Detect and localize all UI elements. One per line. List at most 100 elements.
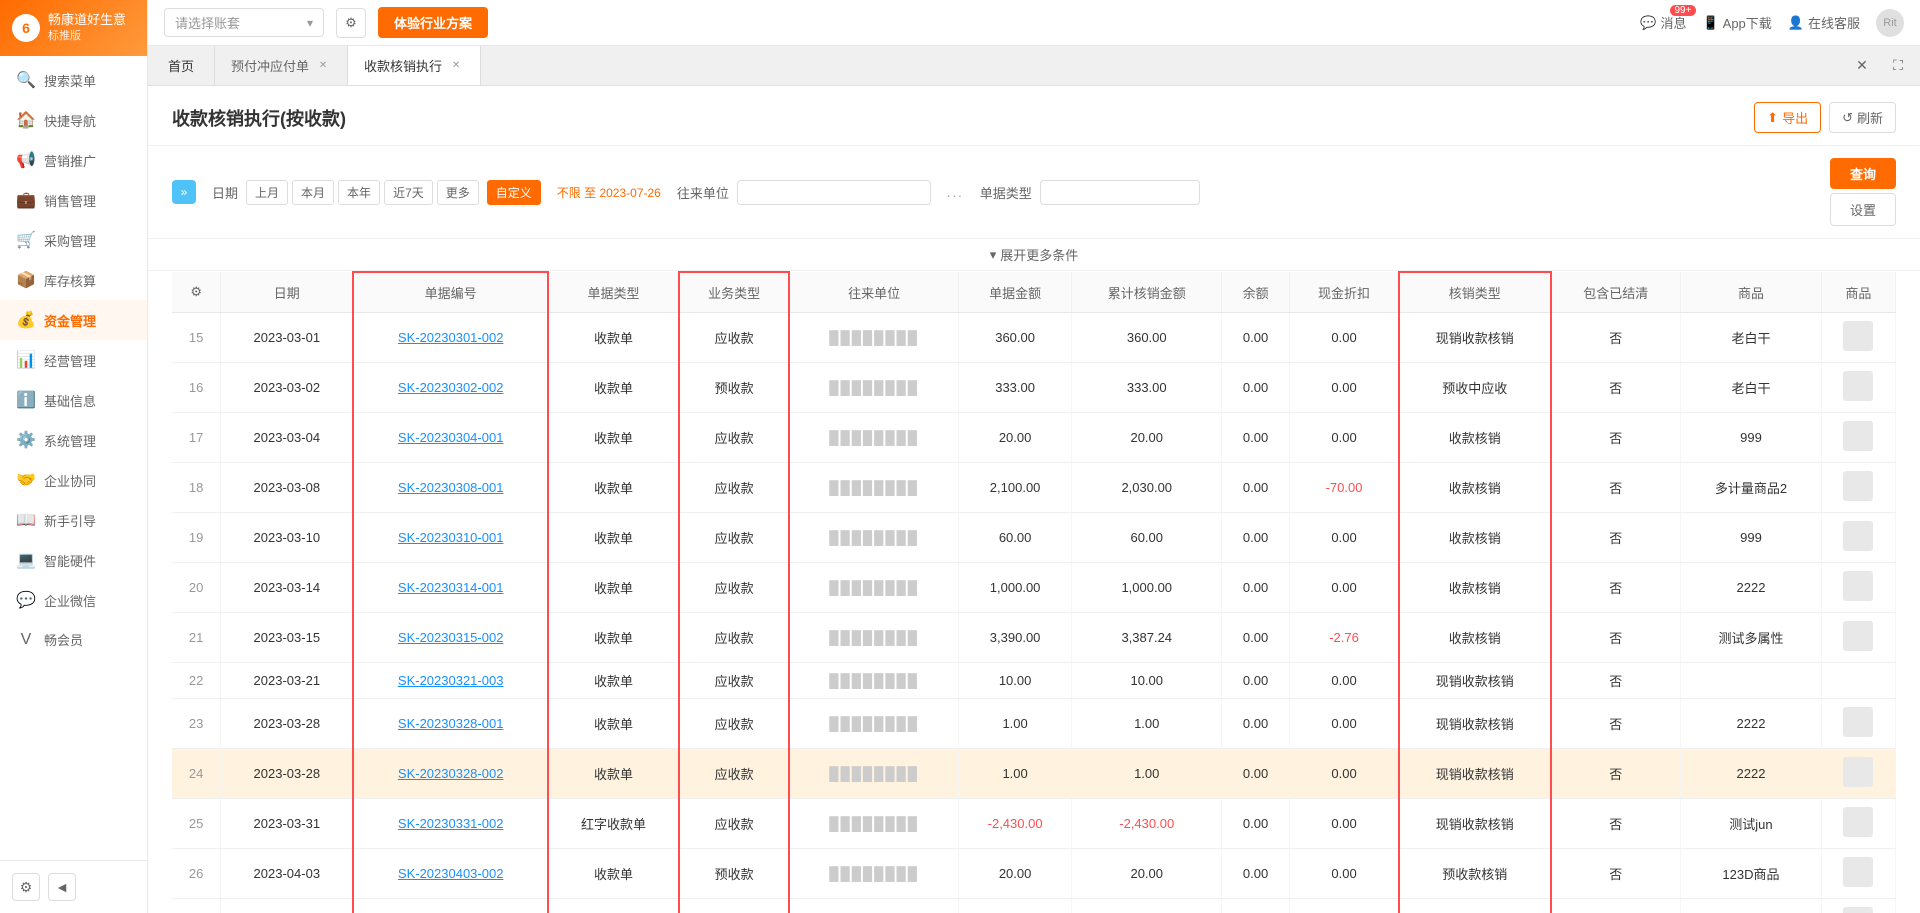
sidebar-item-wechat[interactable]: 💬企业微信 — [0, 580, 147, 620]
doc-no-link[interactable]: SK-20230310-001 — [398, 530, 504, 545]
app-download-button[interactable]: 📱 App下载 — [1702, 13, 1771, 32]
tab-prepay[interactable]: 预付冲应付单✕ — [215, 46, 348, 85]
cell-doc_type: 红字收款单 — [548, 799, 679, 849]
doc-no-link[interactable]: SK-20230302-002 — [398, 380, 504, 395]
account-selector[interactable]: 请选择账套 ▾ — [164, 8, 324, 37]
doc-no-link[interactable]: SK-20230304-001 — [398, 430, 504, 445]
cell-cash_discount: 0.00 — [1289, 699, 1399, 749]
sidebar-item-finance[interactable]: 💰资金管理 — [0, 300, 147, 340]
cell-counterpart: ████████ — [789, 849, 958, 899]
cell-counterpart: ████████ — [789, 413, 958, 463]
sidebar-item-member[interactable]: V畅会员 — [0, 620, 147, 659]
cell-doc_no[interactable]: SK-20230328-001 — [353, 699, 548, 749]
doc-no-link[interactable]: SK-20230315-002 — [398, 630, 504, 645]
date-btn-本年[interactable]: 本年 — [338, 180, 380, 205]
goods-thumbnail — [1843, 757, 1873, 787]
system-icon: ⚙️ — [16, 430, 36, 450]
doc-no-link[interactable]: SK-20230328-001 — [398, 716, 504, 731]
cell-goods: 999 — [1681, 513, 1822, 563]
custom-date-button[interactable]: 自定义 — [487, 180, 541, 205]
operation-icon: 📊 — [16, 350, 36, 370]
logo: 6 畅康道好生意 标推版 — [0, 0, 147, 56]
doc-no-link[interactable]: SK-20230308-001 — [398, 480, 504, 495]
user-avatar[interactable]: Rit — [1876, 9, 1904, 37]
refresh-button[interactable]: ↺ 刷新 — [1829, 102, 1896, 133]
settings-button[interactable]: ⚙ — [12, 873, 40, 901]
sidebar-item-operation[interactable]: 📊经营管理 — [0, 340, 147, 380]
sidebar-item-system[interactable]: ⚙️系统管理 — [0, 420, 147, 460]
collapse-button[interactable]: ◄ — [48, 873, 76, 901]
tab-close-prepay[interactable]: ✕ — [315, 58, 331, 74]
date-btn-近7天[interactable]: 近7天 — [384, 180, 433, 205]
cell-doc_no[interactable]: SK-20230328-002 — [353, 749, 548, 799]
query-button[interactable]: 查询 — [1830, 158, 1896, 189]
sidebar-item-basic[interactable]: ℹ️基础信息 — [0, 380, 147, 420]
cell-balance: 0.00 — [1222, 463, 1290, 513]
sidebar-item-enterprise[interactable]: 🤝企业协同 — [0, 460, 147, 500]
cell-amount: 20.00 — [958, 413, 1071, 463]
sidebar-item-purchase[interactable]: 🛒采购管理 — [0, 220, 147, 260]
doc-no-link[interactable]: SK-20230301-002 — [398, 330, 504, 345]
date-btn-本月[interactable]: 本月 — [292, 180, 334, 205]
sidebar-item-marketing[interactable]: 📢营销推广 — [0, 140, 147, 180]
export-button[interactable]: ⬆ 导出 — [1754, 102, 1821, 133]
voucher-type-filter-group: 单据类型 — [980, 180, 1200, 205]
tab-writeoff[interactable]: 收款核销执行✕ — [348, 46, 481, 85]
sidebar-item-hardware[interactable]: 💻智能硬件 — [0, 540, 147, 580]
date-btn-上月[interactable]: 上月 — [246, 180, 288, 205]
doc-no-link[interactable]: SK-20230328-002 — [398, 766, 504, 781]
sidebar-item-sales[interactable]: 💼销售管理 — [0, 180, 147, 220]
cell-doc_no[interactable]: SK-20230308-001 — [353, 463, 548, 513]
col-header-date: 日期 — [221, 272, 353, 313]
counterpart-input[interactable] — [737, 180, 931, 205]
col-header-goods2: 商品 — [1821, 272, 1895, 313]
cell-goods: 老白干 — [1681, 363, 1822, 413]
filter-toggle-button[interactable]: » — [172, 180, 196, 204]
cell-doc_no[interactable]: SK-20230403-002 — [353, 849, 548, 899]
online-service-button[interactable]: 👤 在线客服 — [1788, 13, 1860, 32]
cell-cumulative: 1,000.00 — [1072, 563, 1222, 613]
cell-doc_no[interactable]: SK-20230314-001 — [353, 563, 548, 613]
date-btn-更多[interactable]: 更多 — [437, 180, 479, 205]
cell-doc_no[interactable]: SK-20230331-002 — [353, 799, 548, 849]
cell-doc_no[interactable]: SK-20230304-001 — [353, 413, 548, 463]
member-icon: V — [16, 631, 36, 649]
solution-button[interactable]: 体验行业方案 — [378, 7, 488, 38]
cell-doc_no[interactable]: SK-20230302-002 — [353, 363, 548, 413]
expand-bar[interactable]: ▾ 展开更多条件 — [148, 239, 1920, 271]
cell-doc_no[interactable]: SK-20230321-003 — [353, 663, 548, 699]
sidebar-item-inventory[interactable]: 📦库存核算 — [0, 260, 147, 300]
cell-doc_no[interactable]: SK-20230408-001 — [353, 899, 548, 913]
col-header-biz_type: 业务类型 — [679, 272, 789, 313]
tab-close-writeoff[interactable]: ✕ — [448, 58, 464, 74]
doc-no-link[interactable]: SK-20230331-002 — [398, 816, 504, 831]
counterpart-masked: ████████ — [829, 430, 919, 445]
cell-doc_no[interactable]: SK-20230315-002 — [353, 613, 548, 663]
cell-cash_discount: 0.00 — [1289, 563, 1399, 613]
cell-doc_no[interactable]: SK-20230301-002 — [353, 313, 548, 363]
tab-home[interactable]: 首页 — [148, 46, 215, 85]
voucher-type-label: 单据类型 — [980, 183, 1032, 202]
cell-counterpart: ████████ — [789, 363, 958, 413]
sidebar-item-search[interactable]: 🔍搜索菜单 — [0, 60, 147, 100]
topbar-gear-button[interactable]: ⚙ — [336, 8, 366, 38]
cell-include_settled: 否 — [1551, 563, 1681, 613]
cell-cash_discount: 0.00 — [1289, 799, 1399, 849]
doc-no-link[interactable]: SK-20230314-001 — [398, 580, 504, 595]
cell-num: 16 — [172, 363, 221, 413]
cell-cumulative: 2,030.00 — [1072, 463, 1222, 513]
filter-settings-button[interactable]: 设置 — [1830, 193, 1896, 226]
cell-doc_no[interactable]: SK-20230310-001 — [353, 513, 548, 563]
goods-thumbnail — [1843, 907, 1873, 913]
voucher-type-select[interactable] — [1040, 180, 1200, 205]
sidebar-item-quick[interactable]: 🏠快捷导航 — [0, 100, 147, 140]
tab-close-all-button[interactable]: ✕ — [1848, 52, 1876, 80]
tab-expand-button[interactable]: ⛶ — [1884, 52, 1912, 80]
guide-icon: 📖 — [16, 510, 36, 530]
message-button[interactable]: 💬 消息 99+ — [1640, 13, 1686, 32]
doc-no-link[interactable]: SK-20230321-003 — [398, 673, 504, 688]
tab-label-home: 首页 — [168, 56, 194, 75]
doc-no-link[interactable]: SK-20230403-002 — [398, 866, 504, 881]
sidebar-item-guide[interactable]: 📖新手引导 — [0, 500, 147, 540]
cell-goods2 — [1821, 463, 1895, 513]
